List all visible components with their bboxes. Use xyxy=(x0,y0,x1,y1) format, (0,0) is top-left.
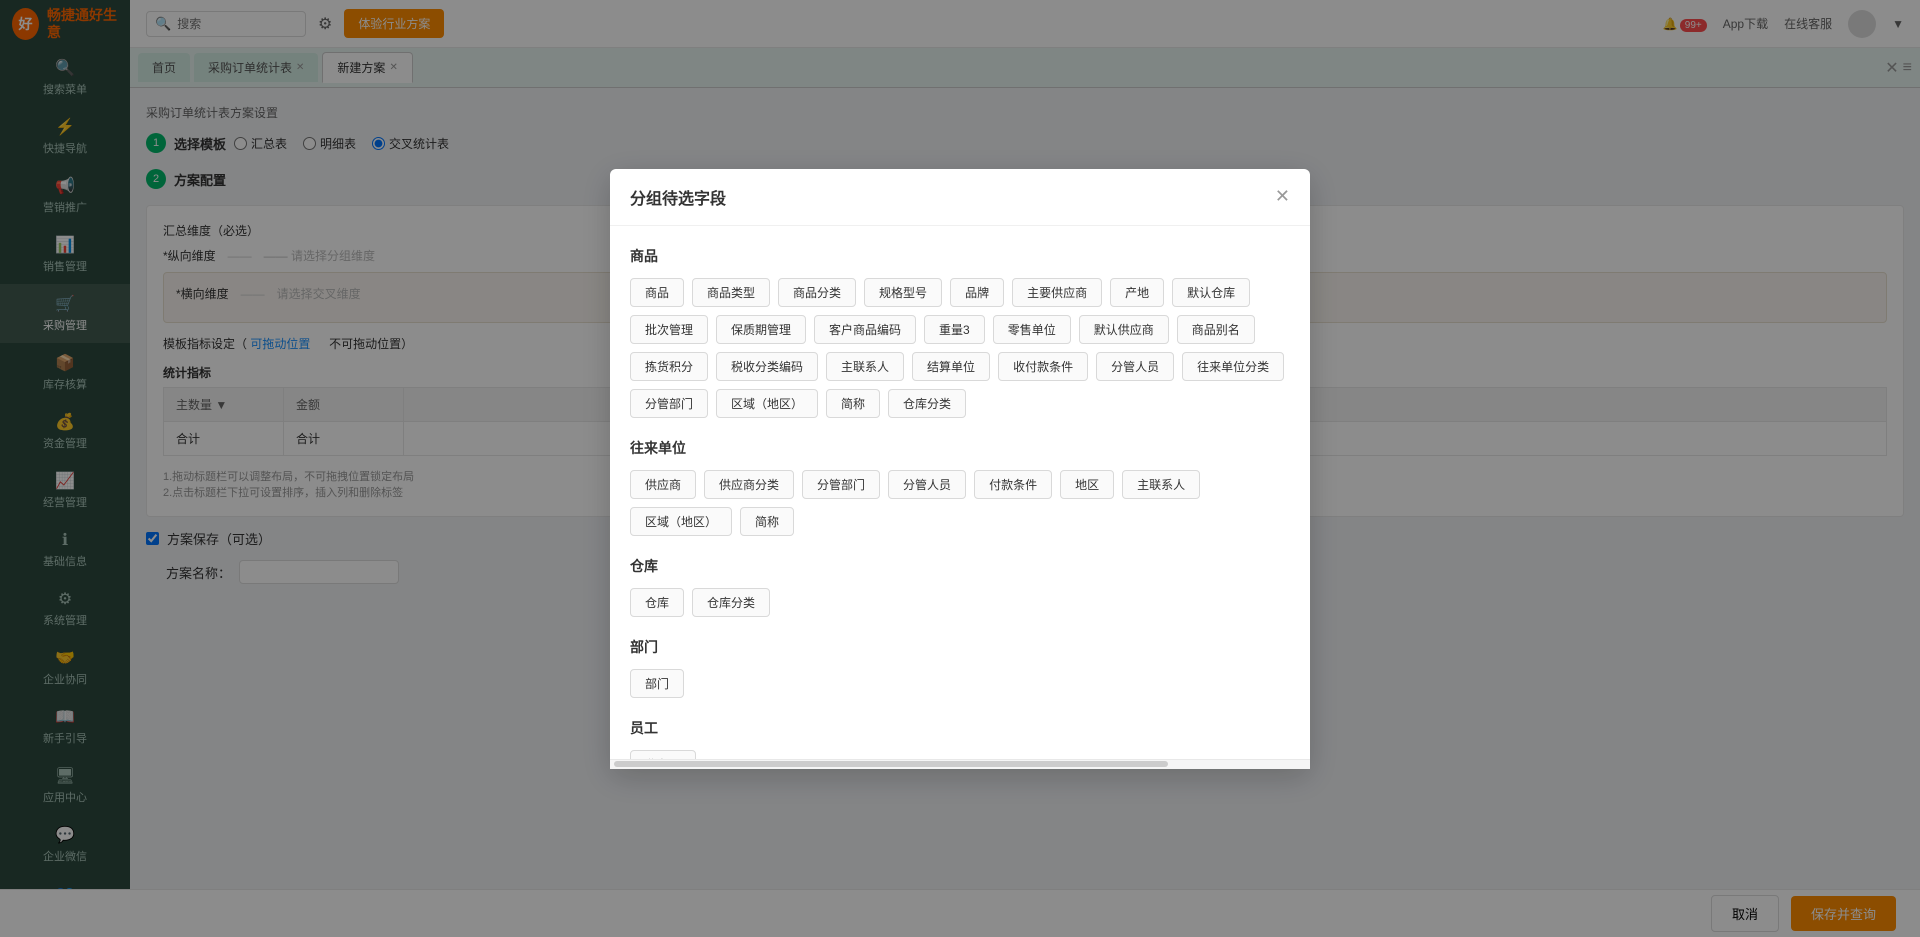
field-tags-0: 商品商品类型商品分类规格型号品牌主要供应商产地默认仓库批次管理保质期管理客户商品… xyxy=(630,278,1290,418)
field-tag-1-3[interactable]: 分管人员 xyxy=(888,470,966,499)
field-section-2: 仓库仓库仓库分类 xyxy=(630,556,1290,617)
field-section-0: 商品商品商品类型商品分类规格型号品牌主要供应商产地默认仓库批次管理保质期管理客户… xyxy=(630,246,1290,418)
field-tag-0-3[interactable]: 规格型号 xyxy=(864,278,942,307)
field-tag-0-0[interactable]: 商品 xyxy=(630,278,684,307)
field-tag-3-0[interactable]: 部门 xyxy=(630,669,684,698)
field-tag-4-0[interactable]: 业务员 xyxy=(630,750,696,759)
modal-title: 分组待选字段 xyxy=(630,185,726,209)
field-tag-0-9[interactable]: 保质期管理 xyxy=(716,315,806,344)
field-section-title-2: 仓库 xyxy=(630,556,1290,576)
field-tag-0-22[interactable]: 分管部门 xyxy=(630,389,708,418)
field-tag-1-7[interactable]: 区域（地区） xyxy=(630,507,732,536)
field-tag-0-8[interactable]: 批次管理 xyxy=(630,315,708,344)
field-section-1: 往来单位供应商供应商分类分管部门分管人员付款条件地区主联系人区域（地区） 简称 xyxy=(630,438,1290,536)
field-tag-1-1[interactable]: 供应商分类 xyxy=(704,470,794,499)
field-section-title-4: 员工 xyxy=(630,718,1290,738)
field-tag-0-23[interactable]: 区域（地区） xyxy=(716,389,818,418)
field-section-title-1: 往来单位 xyxy=(630,438,1290,458)
field-tag-0-13[interactable]: 默认供应商 xyxy=(1079,315,1169,344)
scroll-thumb xyxy=(614,761,1168,767)
field-tag-0-2[interactable]: 商品分类 xyxy=(778,278,856,307)
field-section-4: 员工业务员 xyxy=(630,718,1290,759)
field-section-3: 部门部门 xyxy=(630,637,1290,698)
field-tag-0-24[interactable]: 简称 xyxy=(826,389,880,418)
horizontal-scrollbar[interactable] xyxy=(610,759,1310,769)
field-tags-2: 仓库仓库分类 xyxy=(630,588,1290,617)
field-select-modal: 分组待选字段 ✕ 商品商品商品类型商品分类规格型号品牌主要供应商产地默认仓库批次… xyxy=(610,169,1310,769)
field-tag-1-8[interactable]: 简称 xyxy=(740,507,794,536)
field-section-title-3: 部门 xyxy=(630,637,1290,657)
field-tag-0-11[interactable]: 重量3 xyxy=(924,315,985,344)
field-tag-0-17[interactable]: 主联系人 xyxy=(826,352,904,381)
field-tag-1-4[interactable]: 付款条件 xyxy=(974,470,1052,499)
field-tag-0-14[interactable]: 商品别名 xyxy=(1177,315,1255,344)
field-tag-0-4[interactable]: 品牌 xyxy=(950,278,1004,307)
field-tag-0-18[interactable]: 结算单位 xyxy=(912,352,990,381)
field-section-title-0: 商品 xyxy=(630,246,1290,266)
field-tag-0-12[interactable]: 零售单位 xyxy=(993,315,1071,344)
field-tag-0-5[interactable]: 主要供应商 xyxy=(1012,278,1102,307)
field-tag-0-20[interactable]: 分管人员 xyxy=(1096,352,1174,381)
field-tag-0-6[interactable]: 产地 xyxy=(1110,278,1164,307)
field-tag-0-1[interactable]: 商品类型 xyxy=(692,278,770,307)
field-tag-0-10[interactable]: 客户商品编码 xyxy=(814,315,916,344)
field-tags-3: 部门 xyxy=(630,669,1290,698)
field-tag-0-7[interactable]: 默认仓库 xyxy=(1172,278,1250,307)
field-tag-0-19[interactable]: 收付款条件 xyxy=(998,352,1088,381)
modal-overlay: 分组待选字段 ✕ 商品商品商品类型商品分类规格型号品牌主要供应商产地默认仓库批次… xyxy=(0,0,1920,937)
field-tag-0-21[interactable]: 往来单位分类 xyxy=(1182,352,1284,381)
modal-body: 商品商品商品类型商品分类规格型号品牌主要供应商产地默认仓库批次管理保质期管理客户… xyxy=(610,226,1310,759)
field-tag-1-6[interactable]: 主联系人 xyxy=(1122,470,1200,499)
field-tag-2-1[interactable]: 仓库分类 xyxy=(692,588,770,617)
field-tag-0-16[interactable]: 税收分类编码 xyxy=(716,352,818,381)
field-tags-4: 业务员 xyxy=(630,750,1290,759)
field-tag-1-0[interactable]: 供应商 xyxy=(630,470,696,499)
field-tag-1-5[interactable]: 地区 xyxy=(1060,470,1114,499)
field-tag-2-0[interactable]: 仓库 xyxy=(630,588,684,617)
field-tag-0-25[interactable]: 仓库分类 xyxy=(888,389,966,418)
modal-header: 分组待选字段 ✕ xyxy=(610,169,1310,226)
modal-close-btn[interactable]: ✕ xyxy=(1275,186,1290,207)
field-tag-1-2[interactable]: 分管部门 xyxy=(802,470,880,499)
field-tag-0-15[interactable]: 拣货积分 xyxy=(630,352,708,381)
field-tags-1: 供应商供应商分类分管部门分管人员付款条件地区主联系人区域（地区） 简称 xyxy=(630,470,1290,536)
